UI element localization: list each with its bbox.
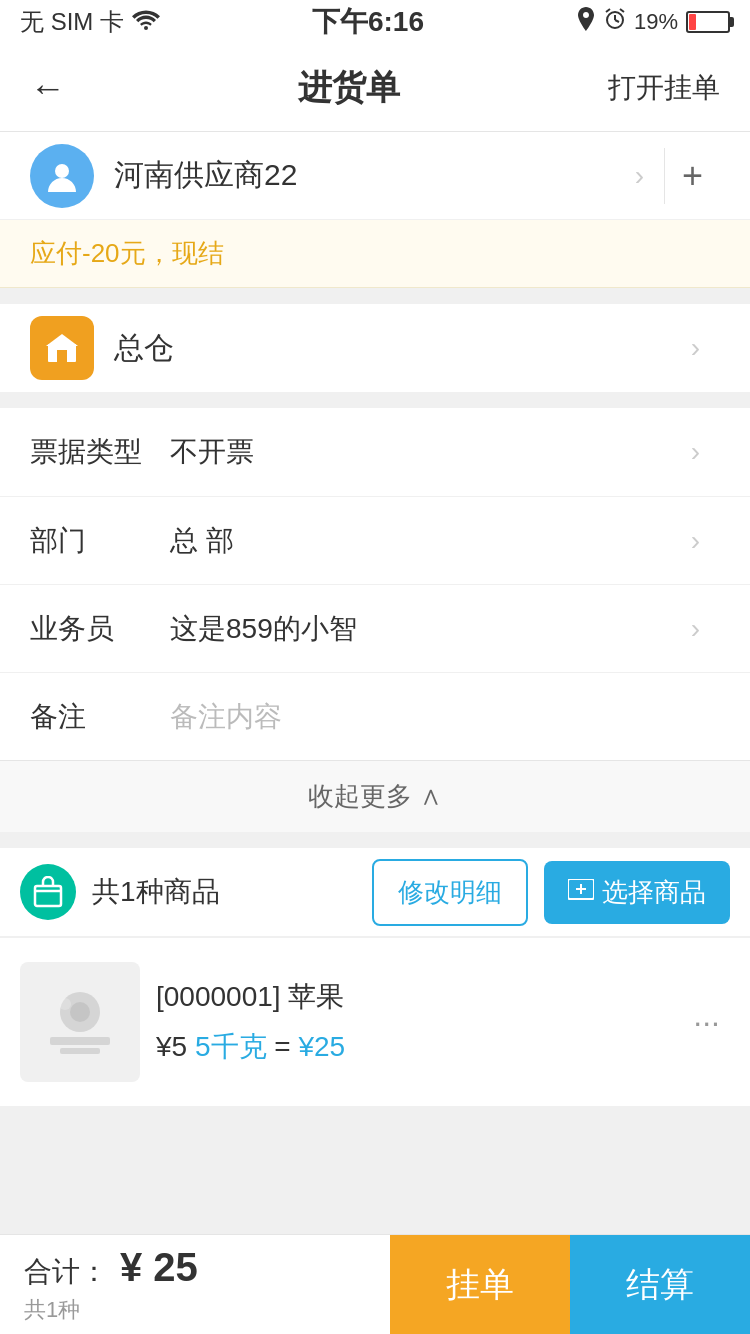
main-content: 河南供应商22 › + 应付-20元，现结 总仓 › 票据类型 不开票 › xyxy=(0,132,750,1226)
product-more-button[interactable]: ··· xyxy=(683,994,730,1051)
supplier-avatar xyxy=(30,144,94,208)
carrier-text: 无 SIM 卡 xyxy=(20,6,124,38)
status-time: 下午6:16 xyxy=(312,3,424,41)
svg-rect-15 xyxy=(60,1048,100,1054)
wifi-icon xyxy=(132,8,160,36)
hang-button[interactable]: 挂单 xyxy=(390,1235,570,1334)
invoice-label: 票据类型 xyxy=(30,433,170,471)
quantity: 5千克 xyxy=(195,1031,267,1062)
add-supplier-button[interactable]: + xyxy=(664,148,720,204)
back-button[interactable]: ← xyxy=(30,67,90,109)
invoice-row[interactable]: 票据类型 不开票 › xyxy=(0,408,750,496)
products-count: 共1种商品 xyxy=(92,873,356,911)
status-right: 19% xyxy=(576,7,730,37)
dept-chevron-icon: › xyxy=(691,525,700,557)
svg-rect-14 xyxy=(50,1037,110,1045)
product-name: [0000001] 苹果 xyxy=(156,978,667,1016)
chevron-right-icon: › xyxy=(635,160,644,192)
alarm-icon xyxy=(604,7,626,37)
bottom-total: 合计： ¥ 25 共1种 xyxy=(0,1235,390,1334)
product-thumbnail xyxy=(20,962,140,1082)
remark-label: 备注 xyxy=(30,698,170,736)
warehouse-card: 总仓 › xyxy=(0,304,750,392)
products-header: 共1种商品 修改明细 选择商品 xyxy=(0,848,750,936)
location-icon xyxy=(576,7,596,37)
warehouse-name: 总仓 xyxy=(114,328,691,369)
total-count: 共1种 xyxy=(24,1295,366,1325)
total-amount: ¥ 25 xyxy=(120,1245,198,1290)
total-label: 合计： xyxy=(24,1253,108,1291)
agent-row[interactable]: 业务员 这是859的小智 › xyxy=(0,584,750,672)
product-thumb-icon xyxy=(40,982,120,1062)
dept-row[interactable]: 部门 总 部 › xyxy=(0,496,750,584)
svg-rect-7 xyxy=(57,350,67,362)
supplier-alert: 应付-20元，现结 xyxy=(0,220,750,288)
svg-point-13 xyxy=(70,1002,90,1022)
invoice-chevron-icon: › xyxy=(691,436,700,468)
warehouse-icon xyxy=(30,316,94,380)
warehouse-row[interactable]: 总仓 › xyxy=(0,304,750,392)
dept-value: 总 部 xyxy=(170,522,691,560)
svg-point-4 xyxy=(55,164,69,178)
select-product-button[interactable]: 选择商品 xyxy=(544,861,730,924)
dept-label: 部门 xyxy=(30,522,170,560)
agent-chevron-icon: › xyxy=(691,613,700,645)
warehouse-building-icon xyxy=(44,330,80,366)
warehouse-chevron-icon: › xyxy=(691,332,700,364)
svg-point-0 xyxy=(144,26,148,30)
status-bar: 无 SIM 卡 下午6:16 19% xyxy=(0,0,750,44)
line-total: ¥25 xyxy=(298,1031,345,1062)
box-icon xyxy=(32,876,64,908)
person-icon xyxy=(44,158,80,194)
unit-price: ¥5 xyxy=(156,1031,187,1062)
svg-marker-6 xyxy=(46,334,78,346)
bottom-spacer xyxy=(0,1106,750,1226)
cart-icon xyxy=(568,879,594,905)
battery-icon xyxy=(686,11,730,33)
total-row: 合计： ¥ 25 xyxy=(24,1245,366,1291)
product-code: [0000001] xyxy=(156,981,281,1012)
supplier-name: 河南供应商22 xyxy=(114,155,635,196)
collapse-bar[interactable]: 收起更多 ∧ xyxy=(0,760,750,832)
remark-row[interactable]: 备注 备注内容 xyxy=(0,672,750,760)
invoice-value: 不开票 xyxy=(170,433,691,471)
form-card: 票据类型 不开票 › 部门 总 部 › 业务员 这是859的小智 › 备注 备注… xyxy=(0,408,750,832)
remark-input[interactable]: 备注内容 xyxy=(170,698,720,736)
agent-label: 业务员 xyxy=(30,610,170,648)
page-title: 进货单 xyxy=(298,65,400,111)
bottom-bar: 合计： ¥ 25 共1种 挂单 结算 xyxy=(0,1234,750,1334)
svg-rect-8 xyxy=(35,886,61,906)
product-title: 苹果 xyxy=(288,981,344,1012)
svg-line-3 xyxy=(615,20,619,22)
checkout-button[interactable]: 结算 xyxy=(570,1235,750,1334)
nav-bar: ← 进货单 打开挂单 xyxy=(0,44,750,132)
equals-sign: = xyxy=(274,1031,298,1062)
products-icon xyxy=(20,864,76,920)
battery-percent: 19% xyxy=(634,9,678,35)
product-price: ¥5 5千克 = ¥25 xyxy=(156,1028,667,1066)
agent-value: 这是859的小智 xyxy=(170,610,691,648)
product-item: [0000001] 苹果 ¥5 5千克 = ¥25 ··· xyxy=(0,938,750,1106)
open-hang-button[interactable]: 打开挂单 xyxy=(608,69,720,107)
edit-detail-button[interactable]: 修改明细 xyxy=(372,859,528,926)
product-info: [0000001] 苹果 ¥5 5千克 = ¥25 xyxy=(156,978,667,1066)
select-product-label: 选择商品 xyxy=(602,875,706,910)
supplier-row[interactable]: 河南供应商22 › + xyxy=(0,132,750,220)
supplier-card: 河南供应商22 › + 应付-20元，现结 xyxy=(0,132,750,288)
status-left: 无 SIM 卡 xyxy=(20,6,160,38)
svg-point-16 xyxy=(59,998,71,1010)
